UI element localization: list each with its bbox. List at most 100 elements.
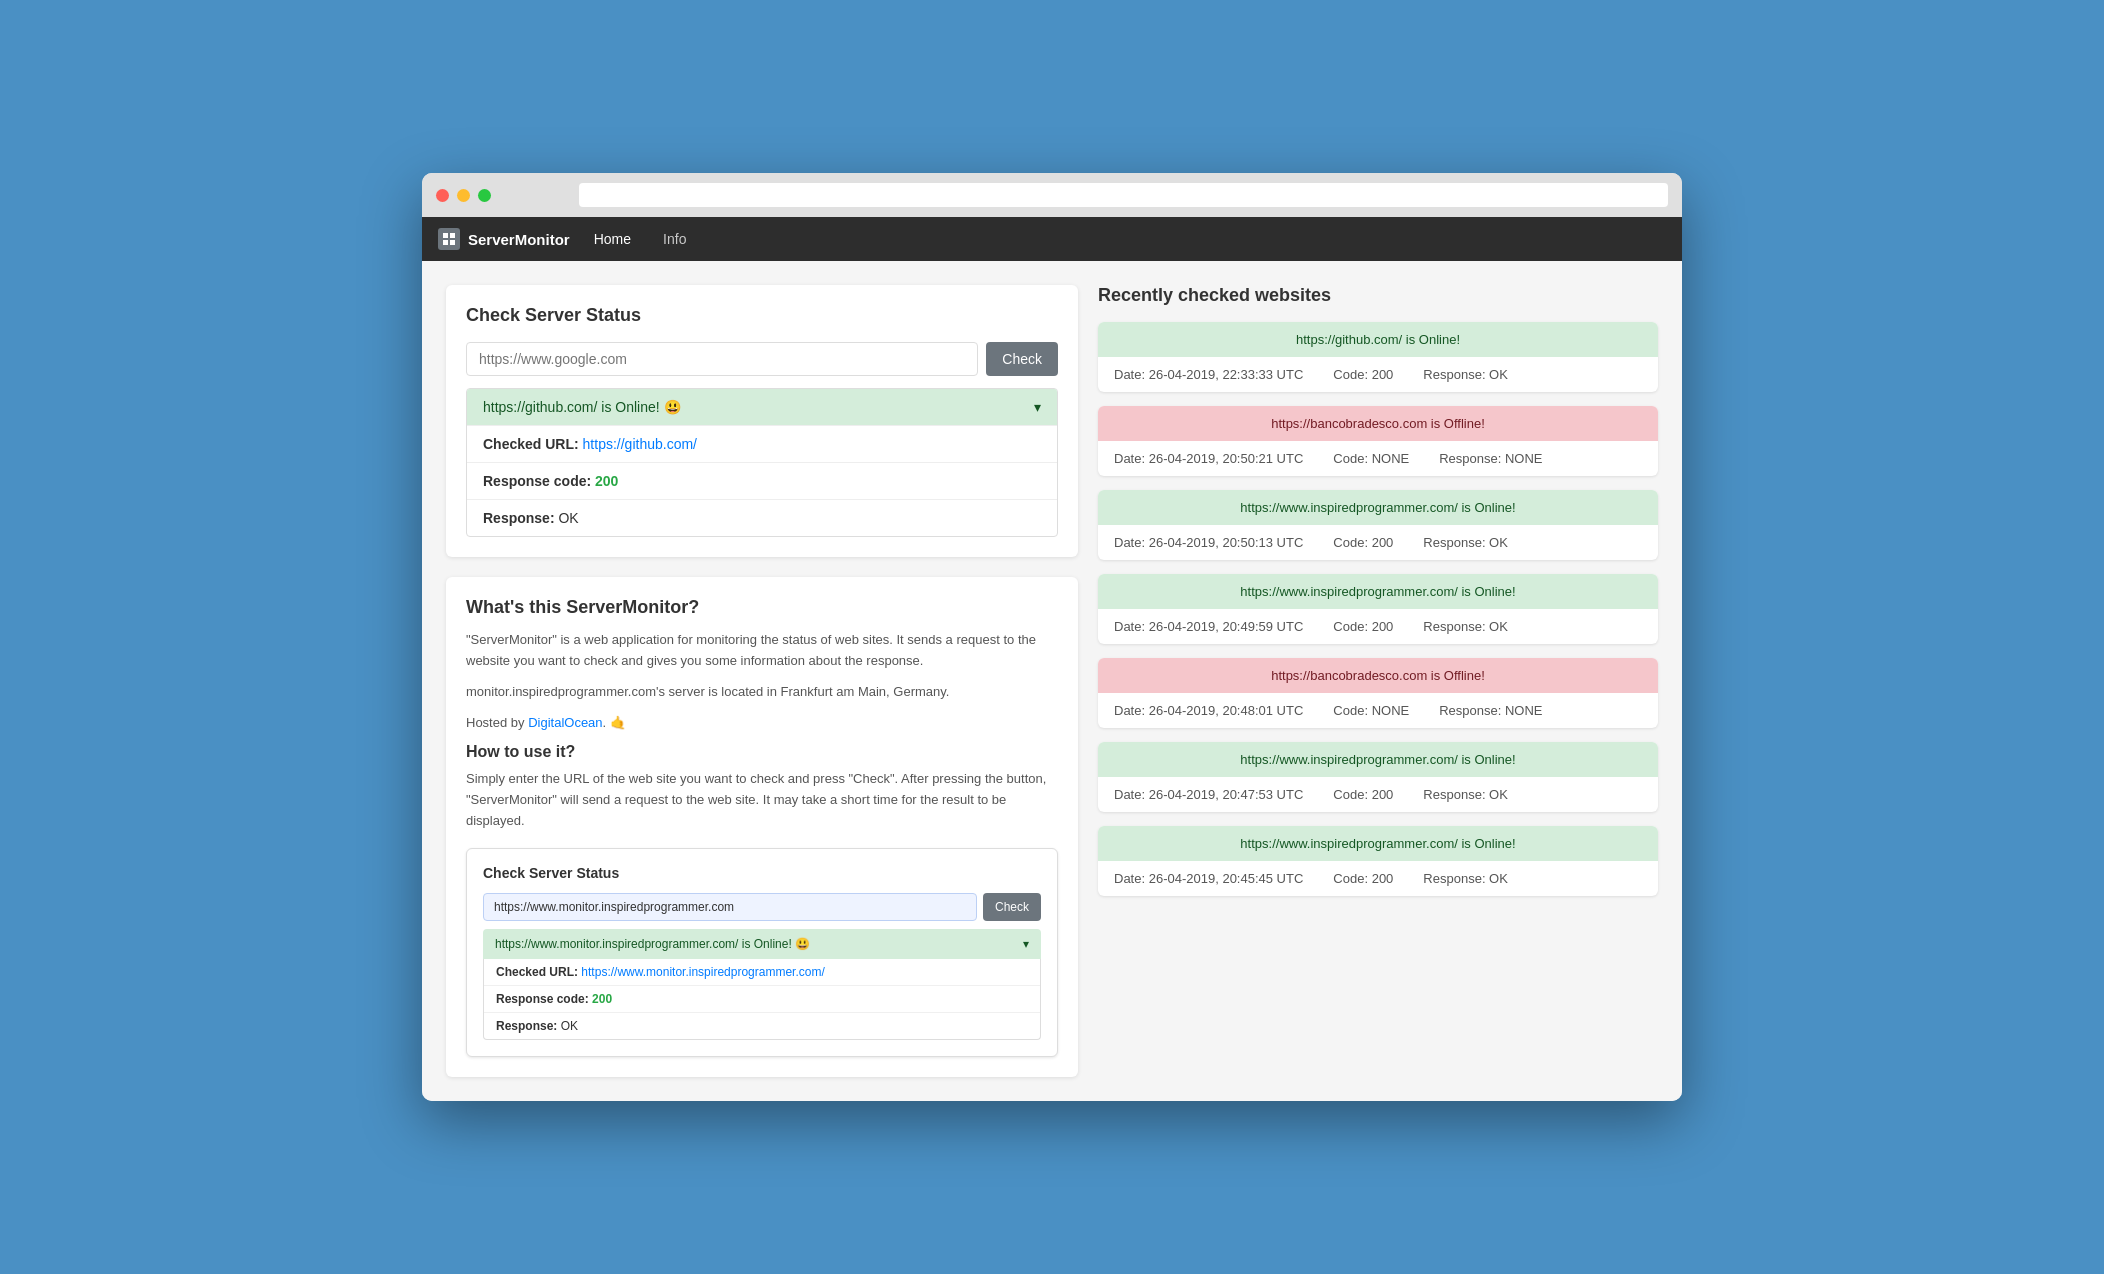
svg-rect-2 [443, 240, 448, 245]
recent-code: Code: 200 [1333, 787, 1393, 802]
screenshot-chevron[interactable]: ▾ [1023, 937, 1029, 951]
recent-item-header: https://www.inspiredprogrammer.com/ is O… [1098, 490, 1658, 525]
checked-url-row: Checked URL: https://github.com/ [467, 425, 1057, 462]
svg-rect-0 [443, 233, 448, 238]
screenshot-url-input[interactable] [483, 893, 977, 921]
info-title: What's this ServerMonitor? [466, 597, 1058, 618]
minimize-button[interactable] [457, 189, 470, 202]
recent-date: Date: 26-04-2019, 20:50:13 UTC [1114, 535, 1303, 550]
screenshot-response-code: Response code: 200 [484, 986, 1040, 1013]
how-title: How to use it? [466, 743, 1058, 761]
screenshot-result-header: https://www.monitor.inspiredprogrammer.c… [483, 929, 1041, 959]
recent-item-details: Date: 26-04-2019, 22:33:33 UTC Code: 200… [1098, 357, 1658, 392]
recent-item: https://www.inspiredprogrammer.com/ is O… [1098, 826, 1658, 896]
recent-code: Code: NONE [1333, 451, 1409, 466]
s-response-code-value: 200 [592, 992, 612, 1006]
recent-date: Date: 26-04-2019, 20:48:01 UTC [1114, 703, 1303, 718]
close-button[interactable] [436, 189, 449, 202]
recent-date: Date: 26-04-2019, 22:33:33 UTC [1114, 367, 1303, 382]
recent-code: Code: NONE [1333, 703, 1409, 718]
url-input[interactable] [466, 342, 978, 376]
s-response-value: OK [561, 1019, 578, 1033]
s-response-code-label: Response code: [496, 992, 589, 1006]
s-checked-url-label: Checked URL: [496, 965, 578, 979]
screenshot-check-btn[interactable]: Check [983, 893, 1041, 921]
nav-home[interactable]: Home [586, 227, 639, 251]
recent-code: Code: 200 [1333, 535, 1393, 550]
digitalocean-link[interactable]: DigitalOcean [528, 715, 602, 730]
info-card: What's this ServerMonitor? "ServerMonito… [446, 577, 1078, 1077]
recently-checked-title: Recently checked websites [1098, 285, 1658, 306]
checked-url-label: Checked URL: [483, 436, 579, 452]
checked-url-value: https://github.com/ [583, 436, 697, 452]
recent-code: Code: 200 [1333, 367, 1393, 382]
recent-date: Date: 26-04-2019, 20:49:59 UTC [1114, 619, 1303, 634]
server-info-text: monitor.inspiredprogrammer.com's server … [466, 684, 949, 699]
screenshot-title: Check Server Status [483, 865, 1041, 881]
recent-date: Date: 26-04-2019, 20:45:45 UTC [1114, 871, 1303, 886]
recent-response: Response: OK [1423, 619, 1508, 634]
s-response-label: Response: [496, 1019, 557, 1033]
screenshot-checked-url: Checked URL: https://www.monitor.inspire… [484, 959, 1040, 986]
nav-info[interactable]: Info [655, 227, 694, 251]
recent-item-header: https://www.inspiredprogrammer.com/ is O… [1098, 826, 1658, 861]
screenshot-response: Response: OK [484, 1013, 1040, 1039]
navbar: ServerMonitor Home Info [422, 217, 1682, 261]
response-code-label: Response code: [483, 473, 591, 489]
brand: ServerMonitor [438, 228, 570, 250]
result-header-text: https://github.com/ is Online! 😃 [483, 399, 681, 415]
svg-rect-3 [450, 240, 455, 245]
recent-response: Response: OK [1423, 367, 1508, 382]
recent-item-header: https://www.inspiredprogrammer.com/ is O… [1098, 574, 1658, 609]
recent-item-details: Date: 26-04-2019, 20:50:13 UTC Code: 200… [1098, 525, 1658, 560]
response-value: OK [558, 510, 578, 526]
url-input-row: Check [466, 342, 1058, 376]
response-row: Response: OK [467, 499, 1057, 536]
left-column: Check Server Status Check https://github… [446, 285, 1078, 1077]
info-description: "ServerMonitor" is a web application for… [466, 630, 1058, 672]
recent-item-details: Date: 26-04-2019, 20:50:21 UTC Code: NON… [1098, 441, 1658, 476]
screenshot-url-row: Check [483, 893, 1041, 921]
recent-item: https://bancobradesco.com is Offline! Da… [1098, 658, 1658, 728]
recent-item: https://www.inspiredprogrammer.com/ is O… [1098, 490, 1658, 560]
recent-response: Response: OK [1423, 871, 1508, 886]
maximize-button[interactable] [478, 189, 491, 202]
recent-item: https://bancobradesco.com is Offline! Da… [1098, 406, 1658, 476]
recent-code: Code: 200 [1333, 871, 1393, 886]
browser-window: ServerMonitor Home Info Check Server Sta… [422, 173, 1682, 1101]
recent-item: https://www.inspiredprogrammer.com/ is O… [1098, 742, 1658, 812]
recent-list: https://github.com/ is Online! Date: 26-… [1098, 322, 1658, 896]
svg-rect-1 [450, 233, 455, 238]
browser-titlebar [422, 173, 1682, 217]
result-header: https://github.com/ is Online! 😃 ▾ [467, 389, 1057, 425]
recent-response: Response: NONE [1439, 703, 1542, 718]
s-checked-url-value: https://www.monitor.inspiredprogrammer.c… [581, 965, 824, 979]
recent-item-details: Date: 26-04-2019, 20:48:01 UTC Code: NON… [1098, 693, 1658, 728]
check-server-card: Check Server Status Check https://github… [446, 285, 1078, 557]
how-description: Simply enter the URL of the web site you… [466, 769, 1058, 831]
page-content: Check Server Status Check https://github… [422, 261, 1682, 1101]
result-panel: https://github.com/ is Online! 😃 ▾ Check… [466, 388, 1058, 537]
info-server: monitor.inspiredprogrammer.com's server … [466, 682, 1058, 703]
recent-date: Date: 26-04-2019, 20:47:53 UTC [1114, 787, 1303, 802]
recent-item-header: https://bancobradesco.com is Offline! [1098, 658, 1658, 693]
recent-response: Response: NONE [1439, 451, 1542, 466]
recent-item-details: Date: 26-04-2019, 20:49:59 UTC Code: 200… [1098, 609, 1658, 644]
recent-response: Response: OK [1423, 535, 1508, 550]
recent-code: Code: 200 [1333, 619, 1393, 634]
chevron-icon[interactable]: ▾ [1034, 399, 1041, 415]
recent-item-details: Date: 26-04-2019, 20:45:45 UTC Code: 200… [1098, 861, 1658, 896]
recent-item-header: https://github.com/ is Online! [1098, 322, 1658, 357]
check-server-title: Check Server Status [466, 305, 1058, 326]
screenshot-result-body: Checked URL: https://www.monitor.inspire… [483, 959, 1041, 1040]
screenshot-result-text: https://www.monitor.inspiredprogrammer.c… [495, 937, 810, 951]
response-label: Response: [483, 510, 555, 526]
recent-date: Date: 26-04-2019, 20:50:21 UTC [1114, 451, 1303, 466]
recent-item: https://github.com/ is Online! Date: 26-… [1098, 322, 1658, 392]
screenshot-card: Check Server Status Check https://www.mo… [466, 848, 1058, 1057]
response-code-row: Response code: 200 [467, 462, 1057, 499]
recent-item-header: https://bancobradesco.com is Offline! [1098, 406, 1658, 441]
brand-name: ServerMonitor [468, 231, 570, 248]
check-button[interactable]: Check [986, 342, 1058, 376]
address-bar[interactable] [579, 183, 1668, 207]
